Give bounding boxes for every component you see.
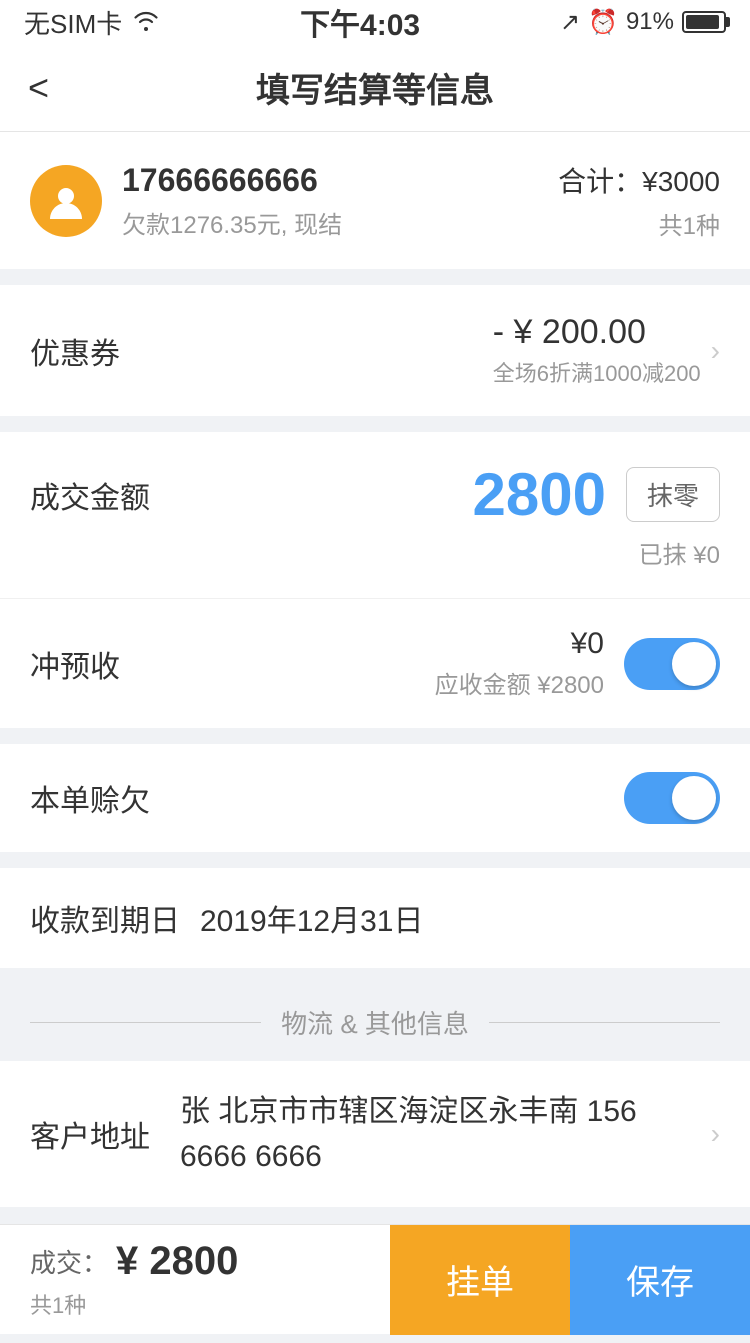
bottom-amount-row: 成交： ¥ 2800 [30,1239,360,1284]
customer-total: 合计：¥3000 [558,160,720,200]
customer-count: 共1种 [558,206,720,241]
coupon-right: - ¥ 200.00 全场6折满1000减200 › [493,313,720,388]
transaction-section: 成交金额 2800 抹零 已抹 ¥0 [0,432,750,598]
customer-info: 17666666666 欠款1276.35元, 现结 [122,162,342,240]
due-date-value: 2019年12月31日 [200,896,423,940]
debt-label: 本单赊欠 [30,776,150,820]
logistics-line-right [489,1022,720,1023]
save-button[interactable]: 保存 [570,1225,750,1335]
content: 17666666666 欠款1276.35元, 现结 合计：¥3000 共1种 … [0,132,750,1343]
logistics-header: 物流 & 其他信息 [0,984,750,1061]
coupon-amount: - ¥ 200.00 [493,313,701,352]
pending-button[interactable]: 挂单 [390,1225,570,1335]
page-title: 填写结算等信息 [256,63,494,112]
pre-collect-section: 冲预收 ¥0 应收金额 ¥2800 [0,598,750,728]
header: < 填写结算等信息 [0,44,750,132]
logistics-title: 物流 & 其他信息 [281,1004,469,1041]
round-zero-button[interactable]: 抹零 [626,467,720,522]
logistics-line-left [30,1022,261,1023]
customer-right: 合计：¥3000 共1种 [558,160,720,241]
pre-collect-receivable: 应收金额 ¥2800 [435,665,604,700]
pre-collect-value: ¥0 [435,627,604,661]
transaction-row: 成交金额 2800 抹零 [30,460,720,529]
transaction-label: 成交金额 [30,473,150,517]
location-icon: ↗ [560,8,580,37]
coupon-desc: 全场6折满1000减200 [493,356,701,388]
pre-collect-label: 冲预收 [30,642,120,686]
pre-collect-toggle[interactable] [624,638,720,690]
pre-collect-amount: ¥0 应收金额 ¥2800 [435,627,604,700]
transaction-value: 2800 [473,460,606,529]
due-date-label: 收款到期日 [30,896,180,940]
bottom-summary-label: 成交： [30,1243,108,1280]
due-date-section: 收款到期日 2019年12月31日 [0,868,750,968]
battery-percent: 91% [626,8,674,36]
bottom-bar: 成交： ¥ 2800 共1种 挂单 保存 [0,1224,750,1334]
status-left: 无SIM卡 [24,4,160,41]
transaction-right: 2800 抹零 [473,460,721,529]
address-chevron-icon: › [711,1118,720,1150]
coupon-card: 优惠券 - ¥ 200.00 全场6折满1000减200 › [0,285,750,416]
pre-collect-right: ¥0 应收金额 ¥2800 [435,627,720,700]
carrier-label: 无SIM卡 [24,4,122,41]
address-label: 客户地址 [30,1112,150,1156]
back-button[interactable]: < [28,67,49,109]
coupon-row[interactable]: 优惠券 - ¥ 200.00 全场6折满1000减200 › [0,285,750,416]
wifi-icon [132,7,160,38]
customer-card: 17666666666 欠款1276.35元, 现结 合计：¥3000 共1种 [0,132,750,269]
bottom-summary: 成交： ¥ 2800 共1种 [0,1239,390,1320]
bottom-summary-value: ¥ 2800 [116,1239,238,1284]
customer-phone: 17666666666 [122,162,342,199]
debt-section: 本单赊欠 [0,744,750,852]
status-bar: 无SIM卡 下午4:03 ↗ ⏰ 91% [0,0,750,44]
bottom-count: 共1种 [30,1288,360,1320]
status-right: ↗ ⏰ 91% [560,8,726,37]
battery-icon [682,11,726,33]
alarm-icon: ⏰ [588,8,618,37]
customer-debt: 欠款1276.35元, 现结 [122,205,342,240]
customer-left: 17666666666 欠款1276.35元, 现结 [30,162,342,240]
avatar [30,165,102,237]
coupon-label: 优惠券 [30,329,120,373]
address-section[interactable]: 客户地址 张 北京市市辖区海淀区永丰南 156 6666 6666 › [0,1061,750,1207]
coupon-chevron-icon: › [711,335,720,367]
transaction-sub: 已抹 ¥0 [30,535,720,570]
debt-toggle[interactable] [624,772,720,824]
address-value: 张 北京市市辖区海淀区永丰南 156 6666 6666 [180,1089,701,1179]
status-time: 下午4:03 [300,0,420,44]
transaction-card: 成交金额 2800 抹零 已抹 ¥0 冲预收 ¥0 应收金额 ¥2800 [0,432,750,728]
